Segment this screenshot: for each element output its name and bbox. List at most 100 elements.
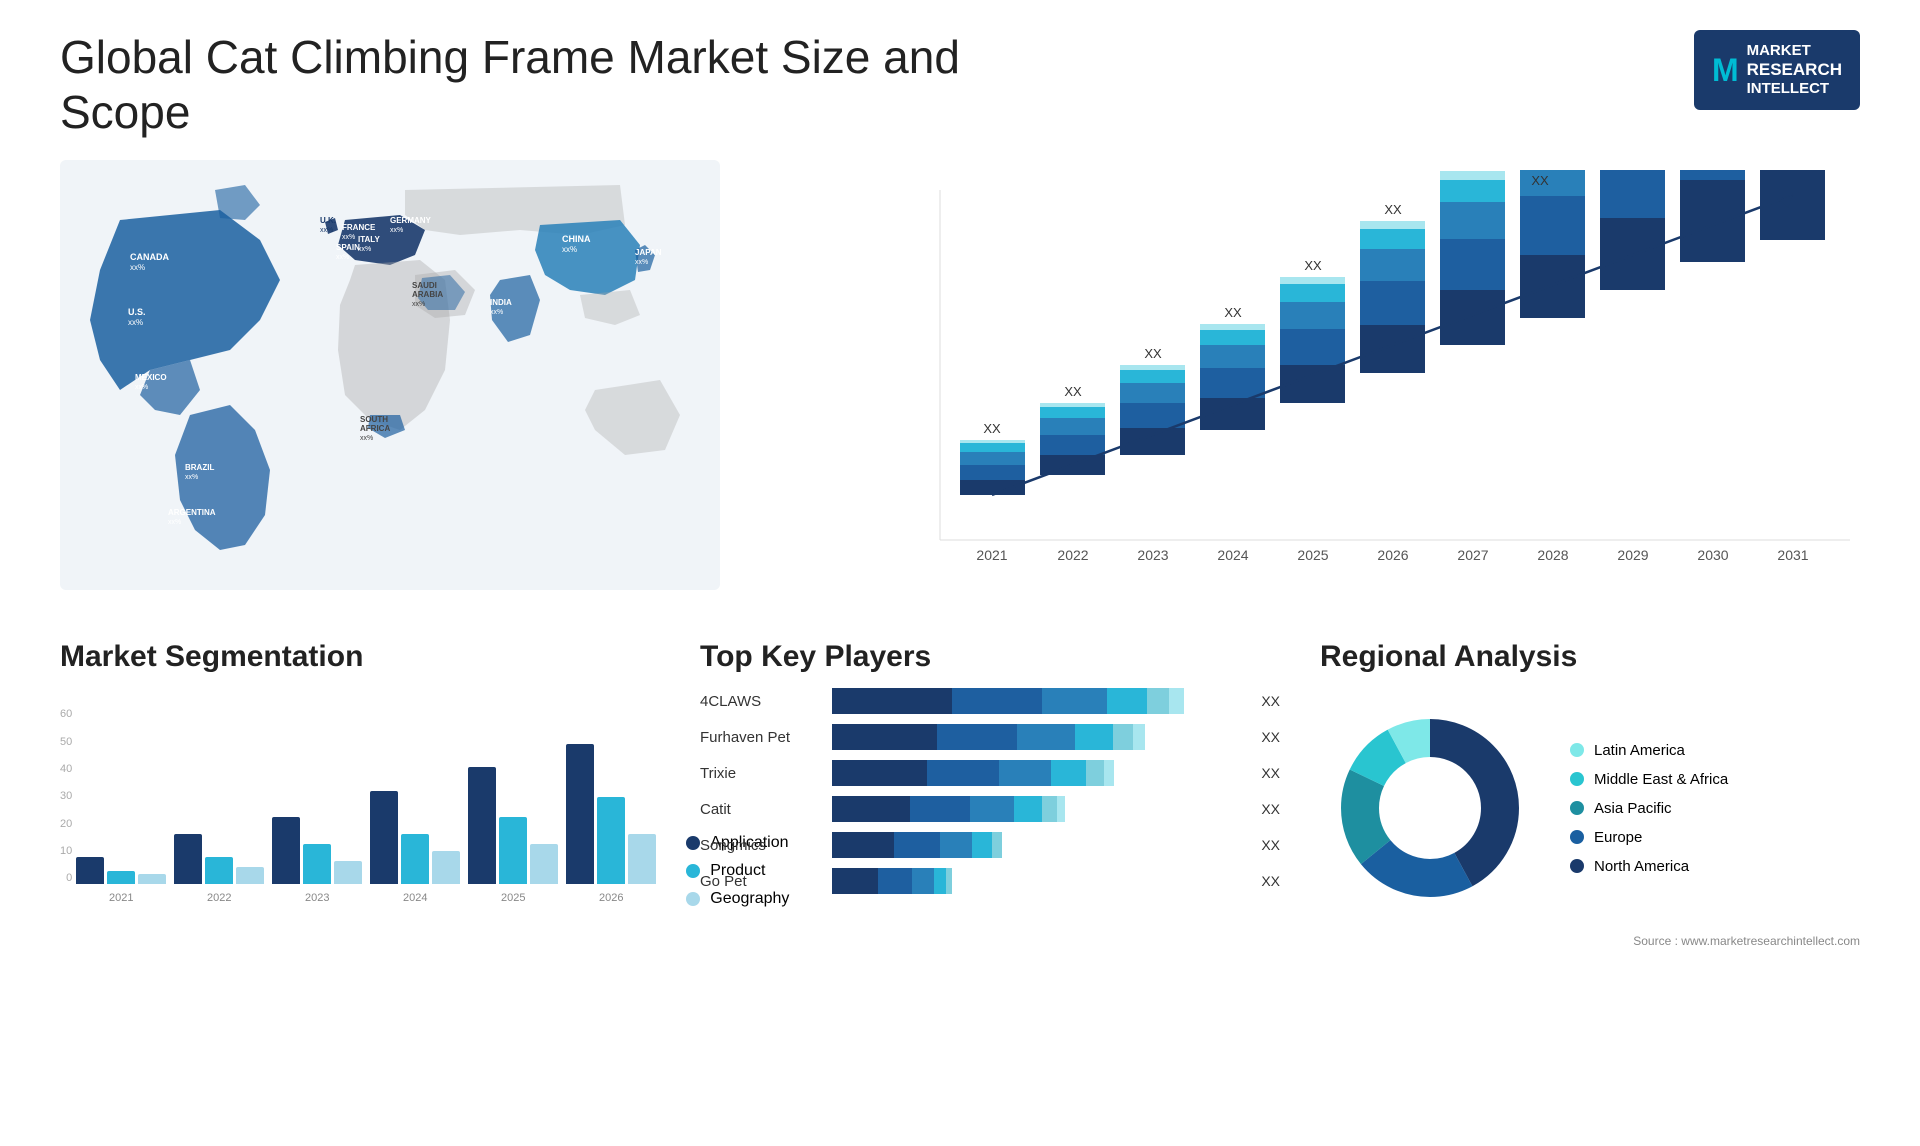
bar-group-2022	[174, 834, 264, 884]
svg-text:2030: 2030	[1697, 547, 1728, 563]
players-title: Top Key Players	[700, 640, 1280, 674]
bar-group-2026	[566, 744, 656, 884]
bar-geo-2024	[432, 851, 460, 884]
trend-chart-section: 2021 XX 2022 XX 2023 XX	[760, 160, 1860, 610]
svg-text:CANADA: CANADA	[130, 252, 169, 262]
svg-text:xx%: xx%	[185, 474, 198, 481]
bar-x-labels: 2021 2022 2023 2024 2025 2026	[76, 892, 656, 904]
page: Global Cat Climbing Frame Market Size an…	[0, 0, 1920, 1146]
svg-text:ARABIA: ARABIA	[412, 290, 443, 299]
legend-dot-product	[686, 864, 700, 878]
svg-text:2027: 2027	[1457, 547, 1488, 563]
svg-text:FRANCE: FRANCE	[342, 223, 376, 232]
bar-app-2026	[566, 744, 594, 884]
svg-text:2031: 2031	[1777, 547, 1808, 563]
bar-app-2025	[468, 767, 496, 884]
legend-europe: Europe	[1570, 829, 1728, 846]
bar-geo-2025	[530, 844, 558, 884]
bar-geo-2022	[236, 867, 264, 884]
bar-group-2021	[76, 857, 166, 884]
player-xx-furhaven: XX	[1261, 729, 1280, 745]
player-xx-songmics: XX	[1261, 837, 1280, 853]
logo-box: M MARKET RESEARCH INTELLECT	[1694, 30, 1860, 110]
bar-geo-2026	[628, 834, 656, 884]
bar-app-2023	[272, 817, 300, 884]
svg-text:ARGENTINA: ARGENTINA	[168, 508, 216, 517]
svg-text:xx%: xx%	[358, 246, 371, 253]
svg-text:XX: XX	[1531, 173, 1549, 188]
segmentation-bar-chart	[76, 688, 656, 908]
map-section: CANADA xx% U.S. xx% MEXICO xx% BRAZIL xx…	[60, 160, 720, 610]
svg-text:xx%: xx%	[342, 234, 355, 241]
bottom-row: Market Segmentation 60 50 40 30 20 10 0	[60, 640, 1860, 948]
trend-chart-svg: 2021 XX 2022 XX 2023 XX	[910, 170, 1860, 610]
logo-text: MARKET RESEARCH INTELLECT	[1747, 42, 1842, 98]
svg-text:CHINA: CHINA	[562, 234, 591, 244]
svg-text:BRAZIL: BRAZIL	[185, 463, 214, 472]
donut-svg	[1320, 698, 1540, 918]
bar-prod-2022	[205, 857, 233, 884]
svg-text:xx%: xx%	[135, 384, 148, 391]
svg-text:2022: 2022	[1057, 547, 1088, 563]
player-bar-gopet	[832, 868, 1241, 894]
legend-north-america: North America	[1570, 858, 1728, 875]
logo-m-icon: M	[1712, 52, 1739, 89]
player-name-trixie: Trixie	[700, 765, 820, 782]
dot-europe	[1570, 830, 1584, 844]
svg-text:XX: XX	[1144, 346, 1162, 361]
svg-text:INDIA: INDIA	[490, 298, 512, 307]
player-xx-catit: XX	[1261, 801, 1280, 817]
main-grid: CANADA xx% U.S. xx% MEXICO xx% BRAZIL xx…	[60, 160, 1860, 948]
svg-text:SOUTH: SOUTH	[360, 415, 388, 424]
svg-text:2028: 2028	[1537, 547, 1568, 563]
logo-area: M MARKET RESEARCH INTELLECT	[1694, 30, 1860, 110]
regional-section: Regional Analysis	[1320, 640, 1860, 948]
svg-text:xx%: xx%	[635, 259, 648, 266]
svg-text:xx%: xx%	[128, 318, 143, 327]
legend-dot-geography	[686, 892, 700, 906]
svg-text:U.K.: U.K.	[320, 216, 336, 225]
svg-text:XX: XX	[983, 421, 1001, 436]
player-row-catit: Catit XX	[700, 796, 1280, 822]
player-xx-trixie: XX	[1261, 765, 1280, 781]
svg-text:2024: 2024	[1217, 547, 1248, 563]
svg-text:2026: 2026	[1377, 547, 1408, 563]
player-bar-songmics	[832, 832, 1241, 858]
svg-text:SAUDI: SAUDI	[412, 281, 437, 290]
player-name-catit: Catit	[700, 801, 820, 818]
svg-text:XX: XX	[1224, 305, 1242, 320]
player-xx-gopet: XX	[1261, 873, 1280, 889]
svg-text:AFRICA: AFRICA	[360, 424, 390, 433]
player-row-gopet: Go Pet XX	[700, 868, 1280, 894]
svg-text:xx%: xx%	[490, 309, 503, 316]
dot-north-america	[1570, 859, 1584, 873]
player-name-4claws: 4CLAWS	[700, 693, 820, 710]
svg-text:2025: 2025	[1297, 547, 1328, 563]
svg-text:2029: 2029	[1617, 547, 1648, 563]
seg-chart-area: 60 50 40 30 20 10 0	[60, 688, 660, 908]
segmentation-section: Market Segmentation 60 50 40 30 20 10 0	[60, 640, 660, 948]
dot-asia-pacific	[1570, 801, 1584, 815]
svg-text:xx%: xx%	[336, 254, 349, 261]
donut-chart	[1320, 698, 1540, 918]
dot-latin-america	[1570, 743, 1584, 757]
players-section: Top Key Players 4CLAWS XX Furhaven Pet	[700, 640, 1280, 948]
bar-group-2023	[272, 817, 362, 884]
player-name-gopet: Go Pet	[700, 873, 820, 890]
bar-app-2021	[76, 857, 104, 884]
bar-group-2024	[370, 791, 460, 884]
player-bar-4claws	[832, 688, 1241, 714]
svg-text:xx%: xx%	[412, 301, 425, 308]
regional-legend: Latin America Middle East & Africa Asia …	[1570, 742, 1728, 875]
svg-text:xx%: xx%	[130, 263, 145, 272]
svg-text:MEXICO: MEXICO	[135, 373, 167, 382]
bar-group-2025	[468, 767, 558, 884]
svg-text:JAPAN: JAPAN	[635, 248, 662, 257]
regional-title: Regional Analysis	[1320, 640, 1860, 674]
svg-text:xx%: xx%	[360, 435, 373, 442]
bar-prod-2024	[401, 834, 429, 884]
bar-prod-2026	[597, 797, 625, 884]
player-xx-4claws: XX	[1261, 693, 1280, 709]
y-axis: 60 50 40 30 20 10 0	[60, 708, 76, 908]
header: Global Cat Climbing Frame Market Size an…	[60, 30, 1860, 140]
